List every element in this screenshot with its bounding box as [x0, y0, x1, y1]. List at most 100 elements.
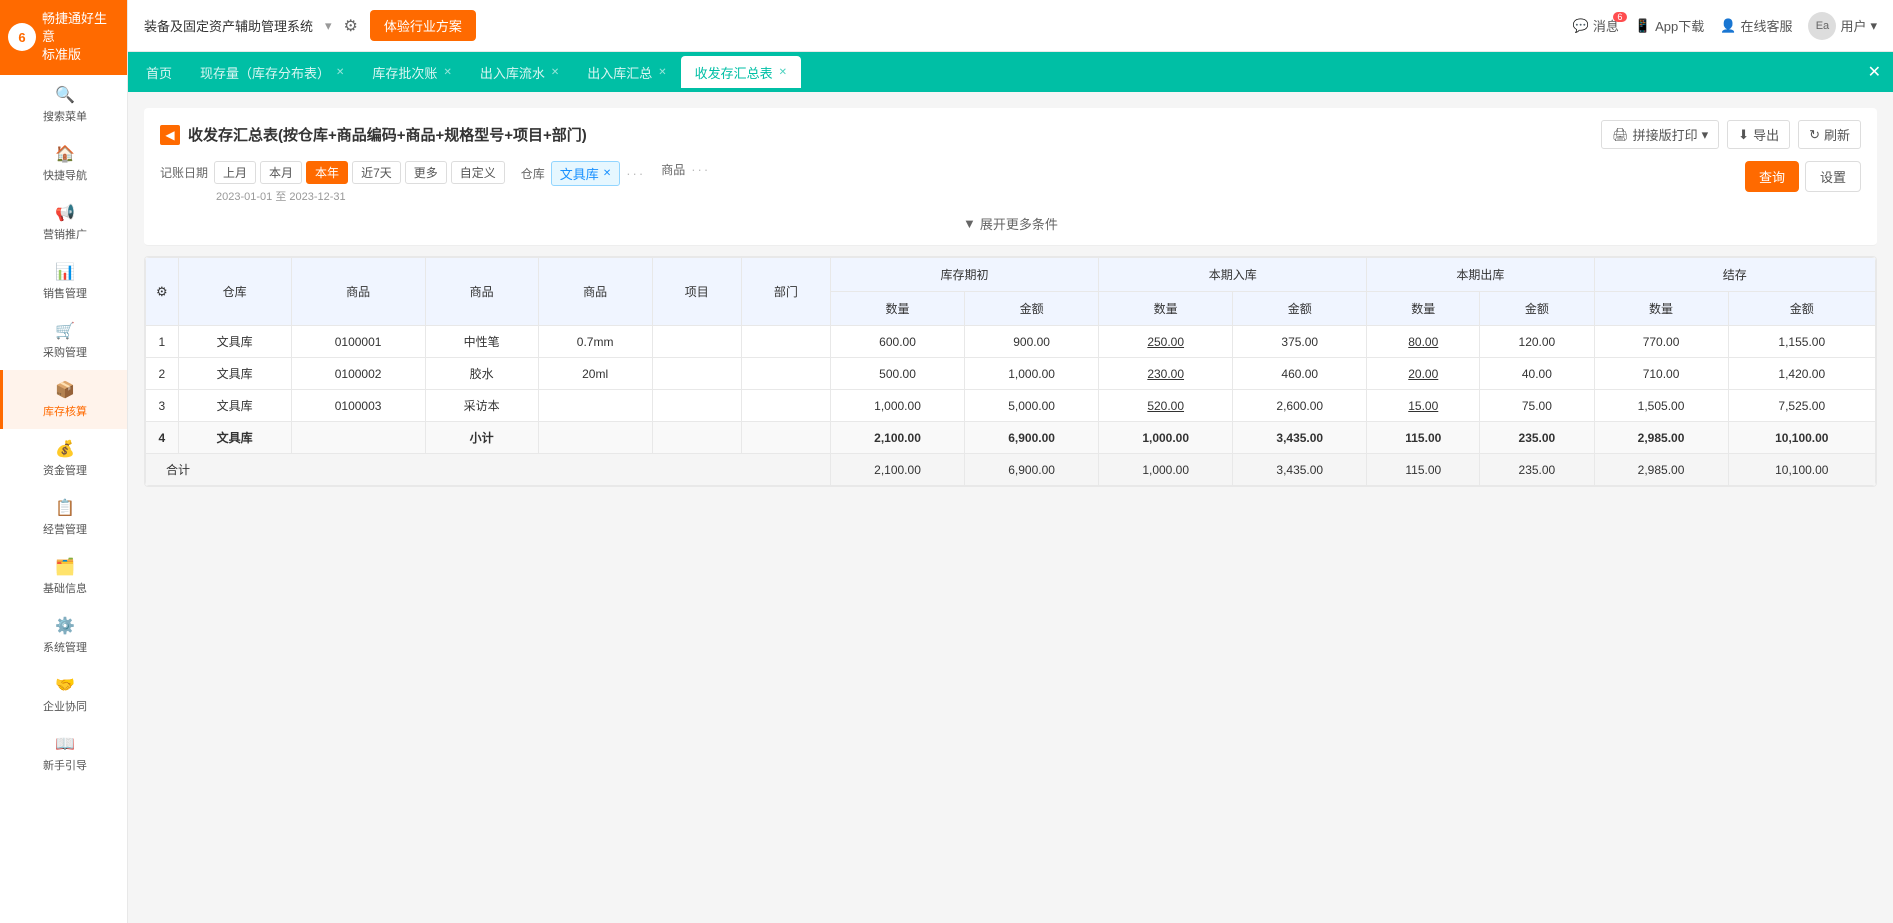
base-info-icon: 🗂️	[55, 557, 75, 577]
cell-bal-qty: 770.00	[1594, 326, 1728, 358]
cell-spec: 0.7mm	[538, 326, 652, 358]
tab-close-in-out-flow[interactable]: ✕	[551, 67, 559, 78]
sidebar-menu: 🔍 搜索菜单 🏠 快捷导航 📢 营销推广 📊 销售管理 🛒 采购管理 📦 库存核…	[0, 75, 127, 923]
date-btn-7days[interactable]: 近7天	[352, 161, 401, 184]
date-btn-more[interactable]: 更多	[405, 161, 447, 184]
cell-name: 中性笔	[425, 326, 538, 358]
cell-open-qty: 600.00	[830, 326, 964, 358]
settings-gear-icon[interactable]: ⚙	[344, 16, 358, 36]
th-outbound: 本期出库	[1367, 258, 1594, 292]
cell-bal-amt: 7,525.00	[1728, 390, 1875, 422]
tab-stock-dist[interactable]: 现存量（库存分布表） ✕	[186, 56, 358, 88]
footer-bal-amt: 10,100.00	[1728, 454, 1875, 486]
marketing-icon: 📢	[55, 203, 75, 223]
cell-no: 3	[146, 390, 179, 422]
warehouse-tag-close[interactable]: ✕	[603, 168, 611, 179]
warehouse-tag-text: 文具库	[560, 164, 599, 183]
logo-text: 畅捷通好生意 标准版	[42, 10, 119, 65]
cell-in-qty[interactable]: 250.00	[1099, 326, 1233, 358]
cell-out-qty: 115.00	[1367, 422, 1480, 454]
print-button[interactable]: 🖨 拼接版打印 ▾	[1601, 120, 1719, 149]
sidebar-item-sales[interactable]: 📊 销售管理	[0, 252, 127, 311]
sidebar-item-search[interactable]: 🔍 搜索菜单	[0, 75, 127, 134]
th-in-amt: 金额	[1233, 292, 1367, 326]
tab-in-out-summary[interactable]: 出入库汇总 ✕	[573, 56, 680, 88]
app-download-button[interactable]: 📱 App下载	[1635, 16, 1704, 35]
footer-in-qty: 1,000.00	[1099, 454, 1233, 486]
cell-in-amt: 3,435.00	[1233, 422, 1367, 454]
data-table: ⚙ 仓库 商品 商品 商品 项目 部门 库存期初 本期入库 本期出库 结存 数量	[145, 257, 1876, 486]
cell-in-qty[interactable]: 520.00	[1099, 390, 1233, 422]
cell-code	[291, 422, 425, 454]
date-btn-last-month[interactable]: 上月	[214, 161, 256, 184]
cell-spec	[538, 422, 652, 454]
sidebar-item-finance[interactable]: 💰 资金管理	[0, 429, 127, 488]
cell-name: 胶水	[425, 358, 538, 390]
page-header-section: ◀ 收发存汇总表(按仓库+商品编码+商品+规格型号+项目+部门) 🖨 拼接版打印…	[144, 108, 1877, 246]
cell-out-qty[interactable]: 15.00	[1367, 390, 1480, 422]
sidebar-item-purchase[interactable]: 🛒 采购管理	[0, 311, 127, 370]
cell-warehouse: 文具库	[178, 422, 291, 454]
cell-in-qty[interactable]: 230.00	[1099, 358, 1233, 390]
gear-icon[interactable]: ⚙	[156, 284, 168, 299]
sales-icon: 📊	[55, 262, 75, 282]
print-dropdown-icon: ▾	[1702, 127, 1709, 143]
sidebar-item-base-info[interactable]: 🗂️ 基础信息	[0, 547, 127, 606]
cell-out-qty[interactable]: 80.00	[1367, 326, 1480, 358]
cell-in-amt: 375.00	[1233, 326, 1367, 358]
tab-close-receive-send-summary[interactable]: ✕	[779, 67, 787, 78]
table-row: 2文具库0100002胶水20ml500.001,000.00230.00460…	[146, 358, 1876, 390]
th-code: 商品	[291, 258, 425, 326]
sidebar-item-inventory[interactable]: 📦 库存核算	[0, 370, 127, 429]
phone-icon: 📱	[1635, 18, 1651, 34]
page-title: 收发存汇总表(按仓库+商品编码+商品+规格型号+项目+部门)	[188, 124, 587, 145]
sidebar-item-guide[interactable]: 📖 新手引导	[0, 724, 127, 783]
tab-close-in-out-summary[interactable]: ✕	[658, 67, 666, 78]
date-btn-custom[interactable]: 自定义	[451, 161, 505, 184]
trial-button[interactable]: 体验行业方案	[370, 10, 476, 41]
goods-dots[interactable]: ···	[691, 162, 710, 177]
top-bar: 装备及固定资产辅助管理系统 ▾ ⚙ 体验行业方案 💬 消息 6 📱 App下载 …	[128, 0, 1893, 52]
sidebar-item-operations[interactable]: 📋 经营管理	[0, 488, 127, 547]
expand-button[interactable]: ▼ 展开更多条件	[963, 214, 1058, 233]
warehouse-tag[interactable]: 文具库 ✕	[551, 161, 620, 186]
tab-close-batch-account[interactable]: ✕	[443, 67, 451, 78]
filter-setting-button[interactable]: 设置	[1805, 161, 1861, 192]
query-button[interactable]: 查询	[1745, 161, 1799, 192]
top-bar-right: 💬 消息 6 📱 App下载 👤 在线客服 Ea 用户 ▾	[1573, 12, 1877, 40]
online-service-button[interactable]: 👤 在线客服	[1720, 16, 1792, 35]
cell-in-qty: 1,000.00	[1099, 422, 1233, 454]
warehouse-dots[interactable]: ···	[626, 166, 645, 181]
user-menu-button[interactable]: Ea 用户 ▾	[1808, 12, 1877, 40]
inventory-icon: 📦	[55, 380, 75, 400]
toggle-arrow-icon[interactable]: ◀	[160, 125, 180, 145]
messages-button[interactable]: 💬 消息 6	[1573, 16, 1619, 35]
footer-open-amt: 6,900.00	[965, 454, 1099, 486]
cell-project	[652, 390, 741, 422]
cell-out-qty[interactable]: 20.00	[1367, 358, 1480, 390]
warehouse-filter-group: 仓库 文具库 ✕ ···	[521, 161, 645, 186]
refresh-button[interactable]: ↻ 刷新	[1798, 120, 1861, 149]
tab-close-stock-dist[interactable]: ✕	[336, 67, 344, 78]
tab-receive-send-summary[interactable]: 收发存汇总表 ✕	[681, 56, 801, 88]
date-btn-this-month[interactable]: 本月	[260, 161, 302, 184]
tab-bar-close-btn[interactable]: ✕	[1860, 62, 1889, 82]
cell-open-qty: 500.00	[830, 358, 964, 390]
footer-label: 合计	[146, 454, 831, 486]
export-button[interactable]: ⬇ 导出	[1727, 120, 1790, 149]
cell-dept	[741, 422, 830, 454]
cell-no: 2	[146, 358, 179, 390]
sidebar-item-quick-nav[interactable]: 🏠 快捷导航	[0, 134, 127, 193]
tab-in-out-flow[interactable]: 出入库流水 ✕	[466, 56, 573, 88]
sidebar-item-marketing[interactable]: 📢 营销推广	[0, 193, 127, 252]
tab-home[interactable]: 首页	[132, 56, 186, 88]
dropdown-arrow[interactable]: ▾	[325, 18, 332, 34]
cell-out-amt: 75.00	[1480, 390, 1594, 422]
cell-warehouse: 文具库	[178, 358, 291, 390]
cell-no: 1	[146, 326, 179, 358]
tab-batch-account[interactable]: 库存批次账 ✕	[358, 56, 465, 88]
sidebar-item-system[interactable]: ⚙️ 系统管理	[0, 606, 127, 665]
date-btn-this-year[interactable]: 本年	[306, 161, 348, 184]
sidebar-item-cooperation[interactable]: 🤝 企业协同	[0, 665, 127, 724]
system-icon: ⚙️	[55, 616, 75, 636]
